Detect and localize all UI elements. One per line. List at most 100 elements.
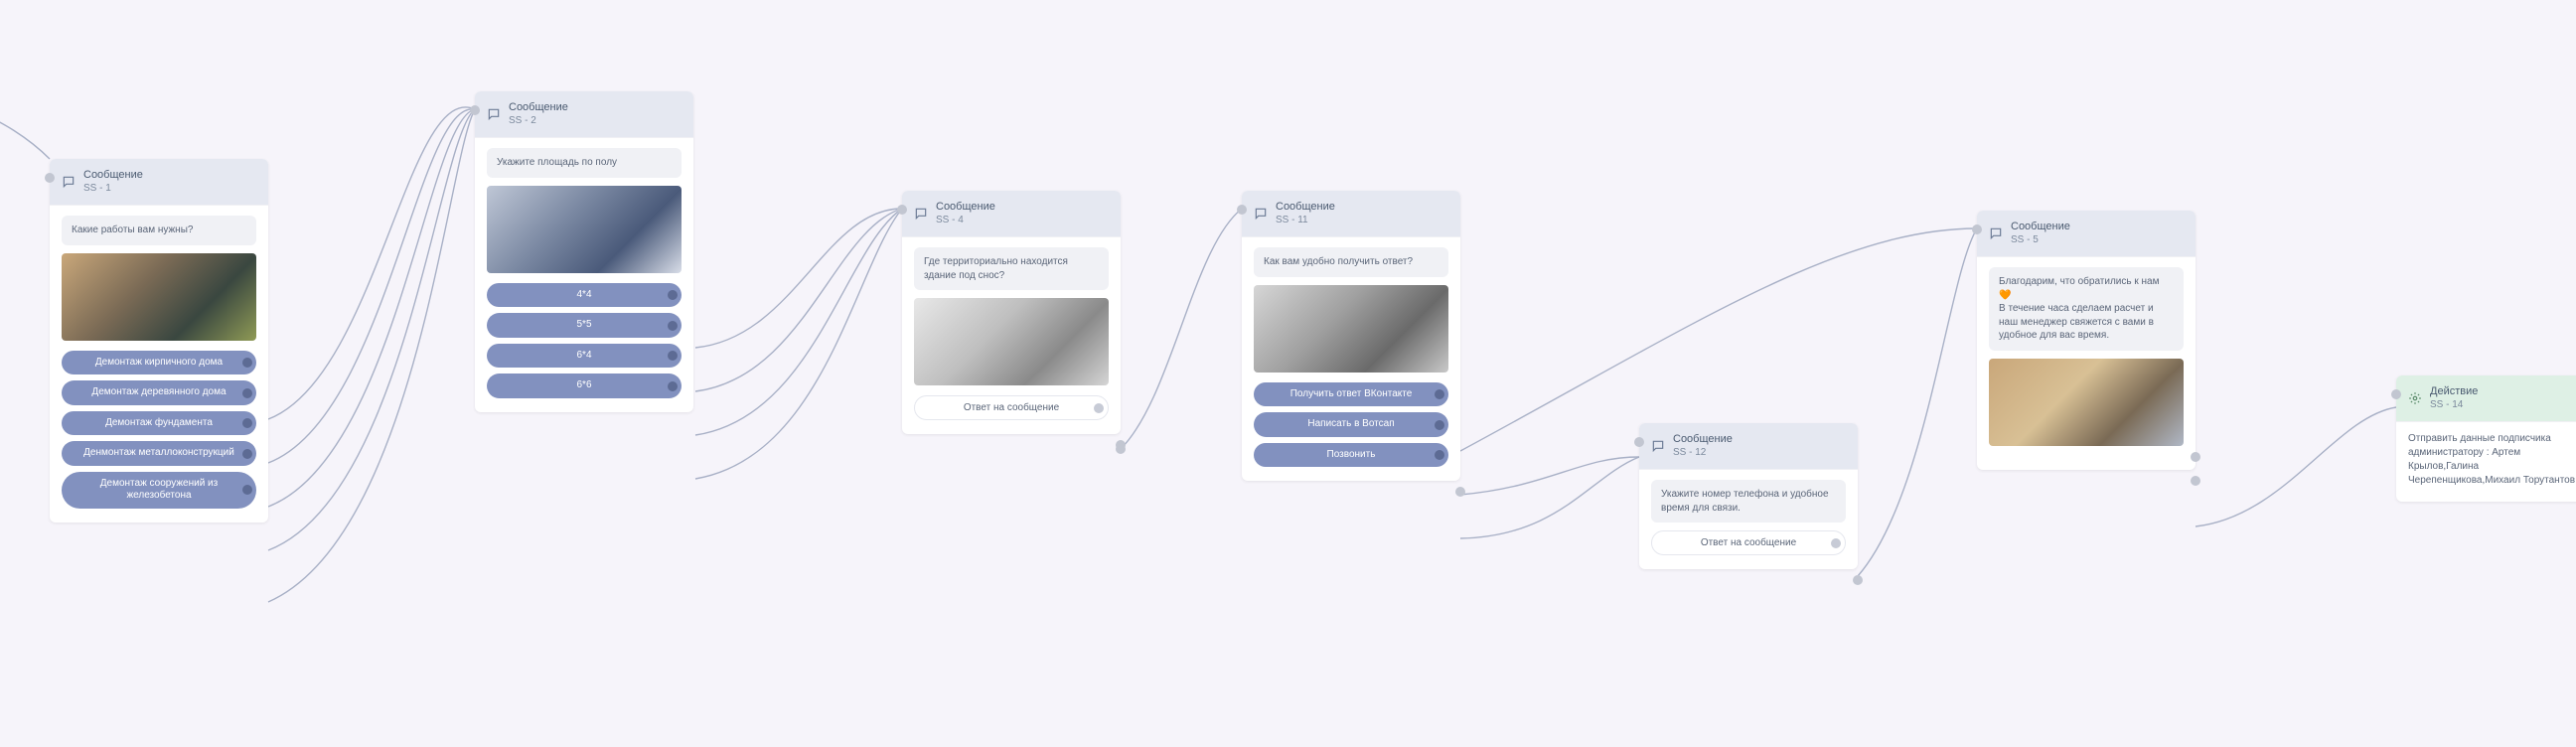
action-description: Отправить данные подписчика администрато… <box>2408 432 2576 488</box>
speech-bubble-icon <box>62 175 76 189</box>
port-out[interactable] <box>668 290 678 300</box>
gear-icon <box>2408 391 2422 405</box>
node-header: Действие SS - 14 <box>2396 375 2576 422</box>
port-out[interactable] <box>1435 389 1444 399</box>
flow-node-ss2[interactable]: Сообщение SS - 2 Укажите площадь по полу… <box>475 91 693 412</box>
port-out[interactable] <box>1831 538 1841 548</box>
port-in[interactable] <box>2391 389 2401 399</box>
option-label: Демонтаж деревянного дома <box>91 386 226 397</box>
flow-node-ss4[interactable]: Сообщение SS - 4 Где территориально нахо… <box>902 191 1121 434</box>
node-header: Сообщение SS - 2 <box>475 91 693 138</box>
prompt-text: Как вам удобно получить ответ? <box>1254 247 1448 277</box>
option-button[interactable]: Демонтаж кирпичного дома <box>62 351 256 375</box>
option-button[interactable]: Демонтаж сооружений из железобетона <box>62 472 256 509</box>
node-sub: SS - 11 <box>1276 215 1335 227</box>
speech-bubble-icon <box>1254 207 1268 221</box>
port-in[interactable] <box>470 105 480 115</box>
node-sub: SS - 2 <box>509 115 568 128</box>
prompt-text: Укажите номер телефона и удобное время д… <box>1651 480 1846 523</box>
node-title: Сообщение <box>83 169 143 183</box>
port-in[interactable] <box>1634 437 1644 447</box>
message-line1: Благодарим, что обратились к нам <box>1999 276 2160 287</box>
option-label: Написать в Вотсап <box>1307 418 1394 429</box>
port-in[interactable] <box>1972 224 1982 234</box>
attachment-image <box>914 298 1109 385</box>
port-out[interactable] <box>242 449 252 459</box>
option-button[interactable]: 5*5 <box>487 313 682 338</box>
node-header: Сообщение SS - 4 <box>902 191 1121 237</box>
port-out[interactable] <box>1094 403 1104 413</box>
option-button[interactable]: 6*4 <box>487 344 682 369</box>
option-button[interactable]: Написать в Вотсап <box>1254 412 1448 437</box>
node-title: Сообщение <box>936 201 995 215</box>
reply-button[interactable]: Ответ на сообщение <box>1651 530 1846 555</box>
option-button[interactable]: Денмонтаж металлоконструкций <box>62 441 256 466</box>
port-out[interactable] <box>242 388 252 398</box>
attachment-image <box>62 253 256 341</box>
node-sub: SS - 14 <box>2430 399 2478 412</box>
option-label: 5*5 <box>576 319 591 330</box>
option-label: Позвонить <box>1327 449 1376 460</box>
flow-node-ss14[interactable]: Действие SS - 14 Отправить данные подпис… <box>2396 375 2576 502</box>
option-button[interactable]: 6*6 <box>487 374 682 398</box>
speech-bubble-icon <box>914 207 928 221</box>
node-title: Сообщение <box>1673 433 1733 447</box>
attachment-image <box>487 186 682 273</box>
option-label: 6*6 <box>576 379 591 390</box>
attachment-image <box>1989 359 2184 446</box>
speech-bubble-icon <box>1989 226 2003 240</box>
message-line2: В течение часа сделаем расчет и наш мене… <box>1999 303 2154 341</box>
node-sub: SS - 5 <box>2011 234 2070 247</box>
option-label: Демонтаж кирпичного дома <box>95 357 223 368</box>
option-label: Демонтаж сооружений из железобетона <box>100 478 218 502</box>
speech-bubble-icon <box>487 107 501 121</box>
flow-node-ss11[interactable]: Сообщение SS - 11 Как вам удобно получит… <box>1242 191 1460 481</box>
node-title: Сообщение <box>1276 201 1335 215</box>
attachment-image <box>1254 285 1448 373</box>
port-out[interactable] <box>1435 420 1444 430</box>
speech-bubble-icon <box>1651 439 1665 453</box>
node-header: Сообщение SS - 11 <box>1242 191 1460 237</box>
node-title: Действие <box>2430 385 2478 399</box>
flow-node-ss1[interactable]: Сообщение SS - 1 Какие работы вам нужны?… <box>50 159 268 523</box>
reply-label: Ответ на сообщение <box>1701 537 1796 548</box>
port-out[interactable] <box>1435 450 1444 460</box>
message-bubble: Благодарим, что обратились к нам 🧡 В теч… <box>1989 267 2184 351</box>
option-button[interactable]: Демонтаж деревянного дома <box>62 380 256 405</box>
node-title: Сообщение <box>509 101 568 115</box>
option-label: 4*4 <box>576 289 591 300</box>
option-button[interactable]: Демонтаж фундамента <box>62 411 256 436</box>
node-header: Сообщение SS - 5 <box>1977 211 2196 257</box>
reply-button[interactable]: Ответ на сообщение <box>914 395 1109 420</box>
port-out[interactable] <box>242 485 252 495</box>
port-out[interactable] <box>242 418 252 428</box>
port-out-side[interactable] <box>1455 487 1465 497</box>
port-in[interactable] <box>45 173 55 183</box>
option-button[interactable]: 4*4 <box>487 283 682 308</box>
option-button[interactable]: Получить ответ ВКонтакте <box>1254 382 1448 407</box>
port-out-side[interactable] <box>1853 575 1863 585</box>
port-out[interactable] <box>668 381 678 391</box>
port-out[interactable] <box>668 321 678 331</box>
option-label: 6*4 <box>576 350 591 361</box>
prompt-text: Где территориально находится здание под … <box>914 247 1109 290</box>
flow-node-ss12[interactable]: Сообщение SS - 12 Укажите номер телефона… <box>1639 423 1858 569</box>
port-out-side[interactable] <box>2191 476 2200 486</box>
node-title: Сообщение <box>2011 221 2070 234</box>
node-sub: SS - 1 <box>83 183 143 196</box>
option-label: Демонтаж фундамента <box>105 417 213 428</box>
port-in[interactable] <box>897 205 907 215</box>
flow-node-ss5[interactable]: Сообщение SS - 5 Благодарим, что обратил… <box>1977 211 2196 470</box>
option-button[interactable]: Позвонить <box>1254 443 1448 468</box>
port-out[interactable] <box>668 351 678 361</box>
port-out[interactable] <box>242 358 252 368</box>
node-port-out[interactable] <box>2191 452 2200 462</box>
heart-icon: 🧡 <box>1999 290 2011 301</box>
port-in[interactable] <box>1237 205 1247 215</box>
node-sub: SS - 12 <box>1673 447 1733 460</box>
option-label: Денмонтаж металлоконструкций <box>83 447 234 458</box>
prompt-text: Какие работы вам нужны? <box>62 216 256 245</box>
option-label: Получить ответ ВКонтакте <box>1290 388 1413 399</box>
node-header: Сообщение SS - 12 <box>1639 423 1858 470</box>
prompt-text: Укажите площадь по полу <box>487 148 682 178</box>
